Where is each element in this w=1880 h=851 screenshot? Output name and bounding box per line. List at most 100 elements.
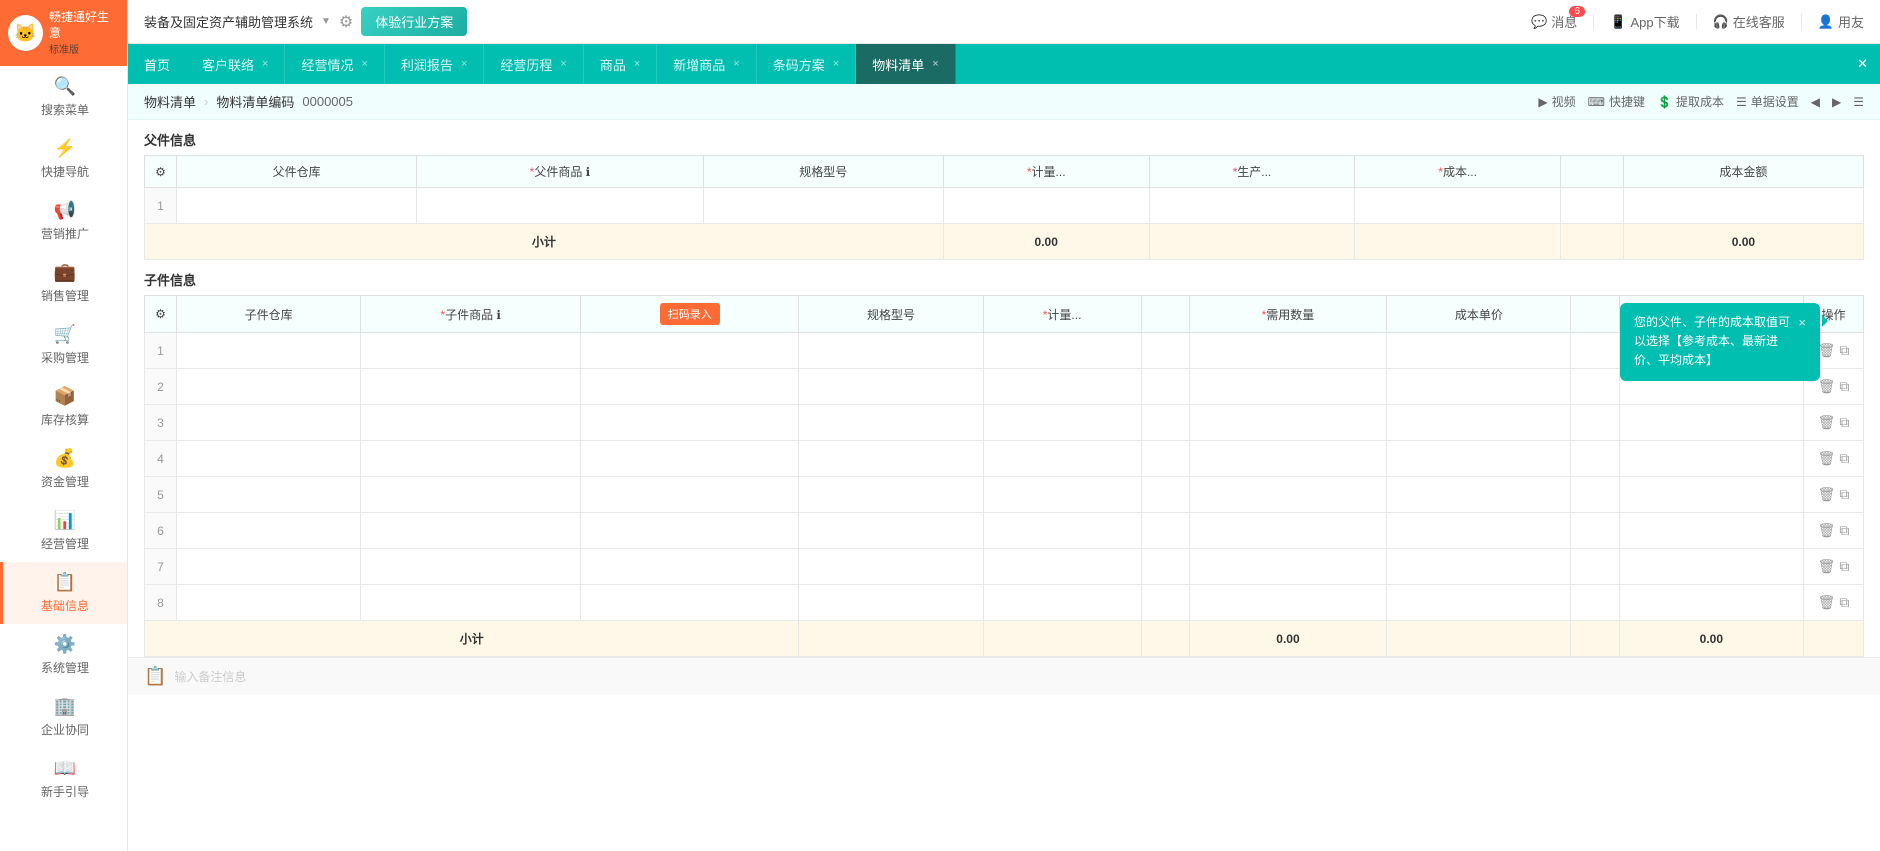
- parent-unit-cell[interactable]: [943, 188, 1149, 224]
- sidebar-item-system[interactable]: ⚙️ 系统管理: [0, 624, 127, 686]
- child-warehouse-cell[interactable]: [177, 369, 361, 405]
- copy-icon[interactable]: ⧉: [1839, 378, 1849, 395]
- sidebar-item-quicknav[interactable]: ⚡ 快捷导航: [0, 128, 127, 190]
- close-icon[interactable]: ×: [634, 58, 640, 70]
- child-goods-cell[interactable]: [361, 477, 581, 513]
- child-unit-cell[interactable]: [983, 441, 1141, 477]
- tab-customer[interactable]: 客户联络 ×: [186, 44, 285, 84]
- child-goods-cell[interactable]: [361, 369, 581, 405]
- child-cost-price-cell[interactable]: [1387, 369, 1571, 405]
- next-btn[interactable]: ▶: [1832, 95, 1841, 109]
- tab-barcode[interactable]: 条码方案 ×: [757, 44, 856, 84]
- child-spec-cell[interactable]: [799, 513, 983, 549]
- child-cost-price-cell[interactable]: [1387, 333, 1571, 369]
- child-goods-cell[interactable]: [361, 441, 581, 477]
- child-qty-cell[interactable]: [1189, 333, 1387, 369]
- tooltip-close-btn[interactable]: ×: [1798, 313, 1806, 334]
- close-icon[interactable]: ×: [461, 58, 467, 70]
- delete-icon[interactable]: 🗑: [1818, 522, 1836, 539]
- sidebar-item-purchase[interactable]: 🛒 采购管理: [0, 314, 127, 376]
- tab-bom[interactable]: 物料清单 ×: [856, 44, 955, 84]
- child-warehouse-cell[interactable]: [177, 405, 361, 441]
- app-download-item[interactable]: 📱 App下载: [1610, 12, 1679, 31]
- copy-icon[interactable]: ⧉: [1839, 558, 1849, 575]
- child-col-scan[interactable]: 扫码录入: [581, 296, 799, 333]
- delete-icon[interactable]: 🗑: [1818, 414, 1836, 431]
- tab-add-goods[interactable]: 新增商品 ×: [657, 44, 756, 84]
- child-col-settings[interactable]: ⚙: [145, 296, 177, 333]
- child-unit-cell[interactable]: [983, 585, 1141, 621]
- tab-profit[interactable]: 利润报告 ×: [385, 44, 484, 84]
- child-unit-cell[interactable]: [983, 513, 1141, 549]
- close-icon[interactable]: ×: [833, 58, 839, 70]
- parent-cost-cell[interactable]: [1355, 188, 1561, 224]
- child-cost-price-cell[interactable]: [1387, 441, 1571, 477]
- child-spec-cell[interactable]: [799, 585, 983, 621]
- bottom-hint[interactable]: 输入备注信息: [174, 668, 246, 685]
- trial-button[interactable]: 体验行业方案: [361, 7, 467, 36]
- child-spec-cell[interactable]: [799, 369, 983, 405]
- delete-icon[interactable]: 🗑: [1818, 558, 1836, 575]
- sidebar-item-basicinfo[interactable]: 📋 基础信息: [0, 562, 127, 624]
- child-spec-cell[interactable]: [799, 441, 983, 477]
- sidebar-item-guide[interactable]: 📖 新手引导: [0, 748, 127, 810]
- tab-history[interactable]: 经营历程 ×: [484, 44, 583, 84]
- child-warehouse-cell[interactable]: [177, 441, 361, 477]
- copy-icon[interactable]: ⧉: [1839, 594, 1849, 611]
- copy-icon[interactable]: ⧉: [1839, 342, 1849, 359]
- close-icon[interactable]: ×: [262, 58, 268, 70]
- child-unit-cell[interactable]: [983, 477, 1141, 513]
- extract-cost-btn[interactable]: 💲 提取成本: [1657, 93, 1724, 110]
- user-item[interactable]: 👤 用友: [1818, 12, 1864, 31]
- scan-btn[interactable]: 扫码录入: [660, 303, 720, 325]
- sidebar-item-inventory[interactable]: 📦 库存核算: [0, 376, 127, 438]
- system-dropdown-icon[interactable]: ▼: [321, 16, 331, 27]
- tab-operations[interactable]: 经营情况 ×: [285, 44, 384, 84]
- shortcut-btn[interactable]: ⌨ 快捷键: [1588, 93, 1645, 110]
- parent-spec-cell[interactable]: [703, 188, 943, 224]
- child-warehouse-cell[interactable]: [177, 549, 361, 585]
- message-item[interactable]: 💬 消息 6: [1531, 12, 1577, 31]
- delete-icon[interactable]: 🗑: [1818, 378, 1836, 395]
- view-btn[interactable]: ▶ 视频: [1538, 93, 1575, 110]
- delete-icon[interactable]: 🗑: [1818, 450, 1836, 467]
- child-qty-cell[interactable]: [1189, 585, 1387, 621]
- child-goods-cell[interactable]: [361, 585, 581, 621]
- child-cost-price-cell[interactable]: [1387, 477, 1571, 513]
- child-cost-price-cell[interactable]: [1387, 585, 1571, 621]
- breadcrumb-sub-page[interactable]: 物料清单编码: [216, 92, 294, 111]
- delete-icon[interactable]: 🗑: [1818, 486, 1836, 503]
- child-goods-cell[interactable]: [361, 333, 581, 369]
- delete-icon[interactable]: 🗑: [1818, 342, 1836, 359]
- child-warehouse-cell[interactable]: [177, 333, 361, 369]
- close-icon[interactable]: ×: [733, 58, 739, 70]
- copy-icon[interactable]: ⧉: [1839, 486, 1849, 503]
- breadcrumb-page[interactable]: 物料清单: [144, 92, 196, 111]
- copy-icon[interactable]: ⧉: [1839, 450, 1849, 467]
- grid-view-btn[interactable]: ☰: [1853, 95, 1864, 109]
- parent-produce-cell[interactable]: [1149, 188, 1355, 224]
- delete-icon[interactable]: 🗑: [1818, 594, 1836, 611]
- child-qty-cell[interactable]: [1189, 441, 1387, 477]
- tab-home[interactable]: 首页: [128, 44, 186, 84]
- prev-btn[interactable]: ◀: [1811, 95, 1820, 109]
- child-spec-cell[interactable]: [799, 405, 983, 441]
- child-qty-cell[interactable]: [1189, 369, 1387, 405]
- child-spec-cell[interactable]: [799, 333, 983, 369]
- child-qty-cell[interactable]: [1189, 549, 1387, 585]
- child-unit-cell[interactable]: [983, 369, 1141, 405]
- close-icon[interactable]: ×: [560, 58, 566, 70]
- close-icon[interactable]: ×: [932, 58, 938, 70]
- child-spec-cell[interactable]: [799, 477, 983, 513]
- sidebar-item-operations[interactable]: 📊 经营管理: [0, 500, 127, 562]
- child-qty-cell[interactable]: [1189, 513, 1387, 549]
- child-qty-cell[interactable]: [1189, 405, 1387, 441]
- tab-goods[interactable]: 商品 ×: [584, 44, 657, 84]
- child-warehouse-cell[interactable]: [177, 585, 361, 621]
- child-goods-cell[interactable]: [361, 405, 581, 441]
- child-cost-price-cell[interactable]: [1387, 549, 1571, 585]
- child-qty-cell[interactable]: [1189, 477, 1387, 513]
- parent-col-settings[interactable]: ⚙: [145, 156, 177, 188]
- child-unit-cell[interactable]: [983, 549, 1141, 585]
- online-service-item[interactable]: 🎧 在线客服: [1713, 12, 1785, 31]
